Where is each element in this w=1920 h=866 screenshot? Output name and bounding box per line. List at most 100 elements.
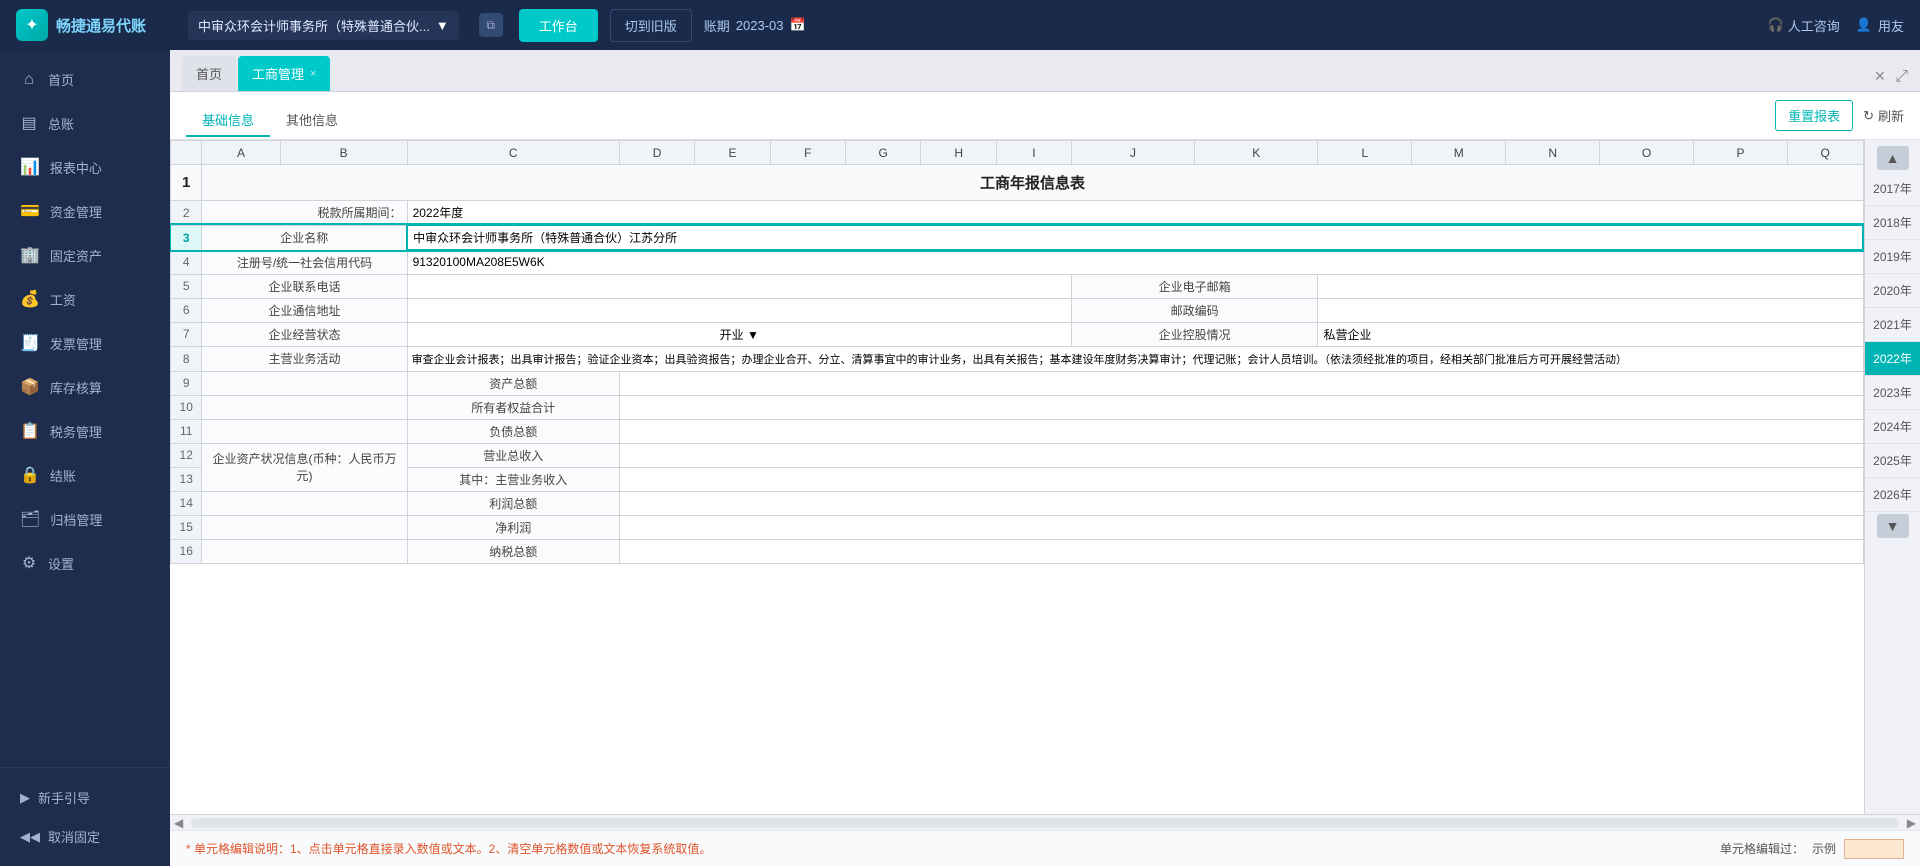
year-item-2023[interactable]: 2023年 bbox=[1865, 376, 1920, 410]
year-item-2020[interactable]: 2020年 bbox=[1865, 274, 1920, 308]
col-header-p[interactable]: P bbox=[1694, 141, 1788, 165]
year-item-2021[interactable]: 2021年 bbox=[1865, 308, 1920, 342]
workbench-button[interactable]: 工作台 bbox=[519, 9, 598, 42]
col-header-d[interactable]: D bbox=[619, 141, 694, 165]
sidebar-item-general-ledger[interactable]: ▤ 总账 bbox=[0, 101, 170, 145]
table-row: 14 利润总额 bbox=[171, 491, 1864, 515]
refresh-button[interactable]: ↻ 刷新 bbox=[1863, 106, 1904, 125]
year-item-2022[interactable]: 2022年 bbox=[1865, 342, 1920, 376]
sidebar-item-fund-management[interactable]: 💳 资金管理 bbox=[0, 189, 170, 233]
row-num: 6 bbox=[171, 298, 202, 322]
h-scroll-track[interactable] bbox=[191, 818, 1899, 828]
sidebar-item-label: 总账 bbox=[48, 114, 74, 133]
main-revenue-value[interactable] bbox=[619, 467, 1863, 491]
tab-close-icon[interactable]: × bbox=[310, 68, 316, 80]
total-revenue-value[interactable] bbox=[619, 443, 1863, 467]
reset-report-button[interactable]: 重置报表 bbox=[1775, 100, 1853, 131]
col-header-e[interactable]: E bbox=[695, 141, 770, 165]
year-nav-down[interactable]: ▼ bbox=[1877, 514, 1909, 538]
holding-value[interactable]: 私营企业 bbox=[1318, 322, 1863, 346]
table-row: 1 工商年报信息表 bbox=[171, 165, 1864, 201]
row-num: 12 bbox=[171, 443, 202, 467]
service-button[interactable]: 🎧 人工咨询 bbox=[1768, 16, 1840, 35]
year-item-2026[interactable]: 2026年 bbox=[1865, 478, 1920, 512]
tab-bar: 首页 工商管理 × × ⤢ bbox=[170, 50, 1920, 92]
table-row: 5 企业联系电话 企业电子邮箱 bbox=[171, 274, 1864, 298]
year-item-2019[interactable]: 2019年 bbox=[1865, 240, 1920, 274]
postcode-value[interactable] bbox=[1318, 298, 1863, 322]
net-profit-value[interactable] bbox=[619, 515, 1863, 539]
tab-home-label: 首页 bbox=[196, 64, 222, 83]
col-header-h[interactable]: H bbox=[921, 141, 996, 165]
sidebar-item-inventory[interactable]: 📦 库存核算 bbox=[0, 365, 170, 409]
col-header-g[interactable]: G bbox=[845, 141, 920, 165]
sidebar-item-payroll[interactable]: 💰 工资 bbox=[0, 277, 170, 321]
status-value[interactable]: 开业 ▼ bbox=[407, 322, 1071, 346]
col-header-i[interactable]: I bbox=[996, 141, 1071, 165]
address-value[interactable] bbox=[407, 298, 1071, 322]
sidebar-item-guide[interactable]: ▶ 新手引导 bbox=[0, 778, 170, 817]
company-selector[interactable]: 中审众环会计师事务所（特殊普通合伙... ▼ bbox=[188, 11, 459, 40]
sidebar-item-invoice[interactable]: 🧾 发票管理 bbox=[0, 321, 170, 365]
expand-icon[interactable]: ⤢ bbox=[1895, 68, 1908, 86]
liab-value[interactable] bbox=[619, 419, 1863, 443]
close-window-icon[interactable]: × bbox=[1875, 66, 1886, 87]
sidebar-item-fixed-assets[interactable]: 🏢 固定资产 bbox=[0, 233, 170, 277]
col-header-o[interactable]: O bbox=[1600, 141, 1694, 165]
email-value[interactable] bbox=[1318, 274, 1863, 298]
company-value-cell[interactable]: 中审众环会计师事务所（特殊普通合伙）江苏分所 bbox=[407, 225, 1863, 250]
col-header-c[interactable]: C bbox=[407, 141, 619, 165]
table-row: 2 税款所属期间： 2022年度 bbox=[171, 201, 1864, 226]
col-header-a[interactable]: A bbox=[202, 141, 280, 165]
sidebar-item-label: 库存核算 bbox=[50, 378, 102, 397]
company-name: 中审众环会计师事务所（特殊普通合伙... bbox=[198, 16, 430, 35]
profit-value[interactable] bbox=[619, 491, 1863, 515]
year-item-2025[interactable]: 2025年 bbox=[1865, 444, 1920, 478]
sidebar-item-unpin[interactable]: ◀◀ 取消固定 bbox=[0, 817, 170, 856]
row-num: 10 bbox=[171, 395, 202, 419]
sidebar-item-home[interactable]: ⌂ 首页 bbox=[0, 58, 170, 101]
col-header-f[interactable]: F bbox=[770, 141, 845, 165]
col-header-k[interactable]: K bbox=[1195, 141, 1318, 165]
old-version-button[interactable]: 切到旧版 bbox=[610, 9, 692, 42]
sidebar-item-report-center[interactable]: 📊 报表中心 bbox=[0, 145, 170, 189]
col-header-j[interactable]: J bbox=[1071, 141, 1194, 165]
col-header-n[interactable]: N bbox=[1506, 141, 1600, 165]
tax-value[interactable] bbox=[619, 539, 1863, 563]
equity-value[interactable] bbox=[619, 395, 1863, 419]
col-header-b[interactable]: B bbox=[280, 141, 407, 165]
business-value[interactable]: 审查企业会计报表；出具审计报告；验证企业资本；出具验资报告；办理企业合开、分立、… bbox=[407, 346, 1863, 371]
h-scroll[interactable]: ◀ ▶ bbox=[170, 814, 1920, 830]
year-nav-up[interactable]: ▲ bbox=[1877, 146, 1909, 170]
spreadsheet-main[interactable]: A B C D E F G H I J K L bbox=[170, 140, 1864, 814]
contact-value[interactable] bbox=[407, 274, 1071, 298]
period-value-cell[interactable]: 2022年度 bbox=[407, 201, 1863, 226]
row-num: 13 bbox=[171, 467, 202, 491]
calendar-icon[interactable]: 📅 bbox=[789, 17, 805, 33]
profit-label: 利润总额 bbox=[407, 491, 619, 515]
scroll-right-icon[interactable]: ▶ bbox=[1903, 816, 1920, 830]
tab-active[interactable]: 工商管理 × bbox=[238, 56, 330, 91]
col-header-q[interactable]: Q bbox=[1787, 141, 1863, 165]
user-area[interactable]: 👤 用友 bbox=[1856, 16, 1904, 35]
assets-value[interactable] bbox=[619, 371, 1863, 395]
sidebar-item-settings[interactable]: ⚙ 设置 bbox=[0, 541, 170, 585]
sidebar-item-tax[interactable]: 📋 税务管理 bbox=[0, 409, 170, 453]
year-item-2017[interactable]: 2017年 bbox=[1865, 172, 1920, 206]
sidebar-item-closing[interactable]: 🔒 结账 bbox=[0, 453, 170, 497]
col-header-l[interactable]: L bbox=[1318, 141, 1412, 165]
reg-code-value[interactable]: 91320100MA208E5W6K bbox=[407, 250, 1863, 274]
sidebar-item-archive[interactable]: 🗂 归档管理 bbox=[0, 497, 170, 541]
year-item-2024[interactable]: 2024年 bbox=[1865, 410, 1920, 444]
sub-tab-basic-info[interactable]: 基础信息 bbox=[186, 104, 270, 137]
sub-tab-other-info[interactable]: 其他信息 bbox=[270, 104, 354, 137]
year-item-2018[interactable]: 2018年 bbox=[1865, 206, 1920, 240]
col-header-m[interactable]: M bbox=[1412, 141, 1506, 165]
sidebar-item-label: 固定资产 bbox=[50, 246, 102, 265]
copy-icon[interactable]: ⧉ bbox=[479, 13, 503, 37]
edited-label: 单元格编辑过： bbox=[1720, 840, 1804, 857]
scroll-left-icon[interactable]: ◀ bbox=[170, 816, 187, 830]
sidebar-bottom: ▶ 新手引导 ◀◀ 取消固定 bbox=[0, 767, 170, 866]
tab-home[interactable]: 首页 bbox=[182, 56, 236, 91]
assets-label bbox=[202, 371, 407, 395]
